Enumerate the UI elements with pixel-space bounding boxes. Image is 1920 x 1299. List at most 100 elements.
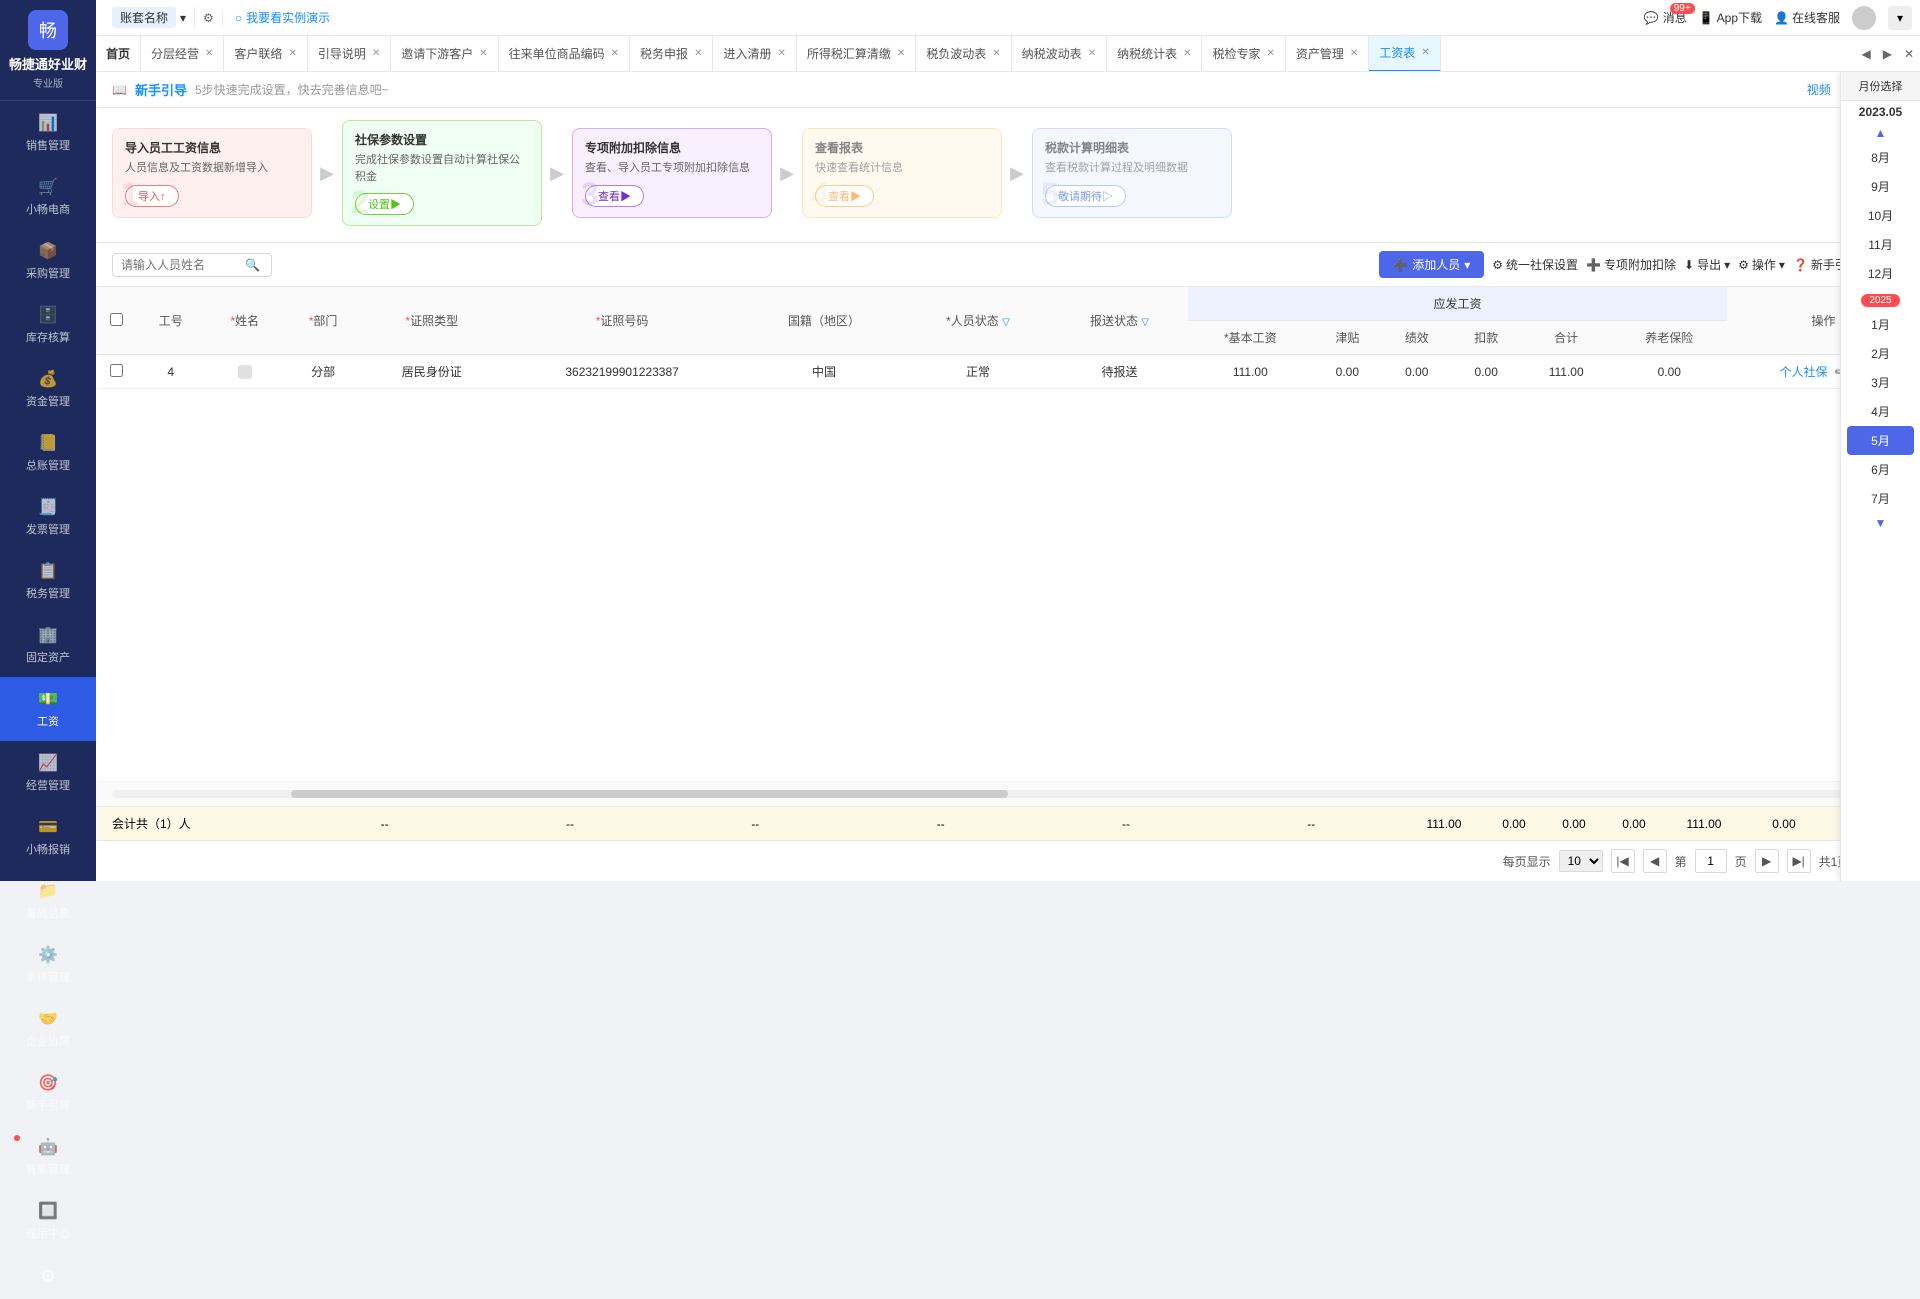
month-5[interactable]: 5月 xyxy=(1847,426,1914,455)
personal-insurance-link[interactable]: 个人社保 xyxy=(1780,365,1828,379)
tab-tax-fluctuation[interactable]: 纳税波动表✕ xyxy=(1012,36,1107,72)
close-icon[interactable]: ✕ xyxy=(372,48,380,59)
user-avatar[interactable] xyxy=(1852,6,1876,30)
account-selector[interactable]: 账套名称 ▾ xyxy=(104,7,195,28)
month-2[interactable]: 2月 xyxy=(1841,339,1920,368)
footer-dash-2: -- xyxy=(477,817,662,831)
row-checkbox[interactable] xyxy=(110,364,123,377)
sidebar-item-ledger[interactable]: 📒总账管理 xyxy=(0,421,96,485)
tab-guide[interactable]: 引导说明✕ xyxy=(308,36,391,72)
tab-salary-table[interactable]: 工资表✕ xyxy=(1369,36,1440,72)
select-all-checkbox[interactable] xyxy=(110,313,123,326)
sidebar-item-expense[interactable]: 💳小畅报销 xyxy=(0,805,96,869)
guide-video[interactable]: 视频 xyxy=(1807,81,1831,98)
tab-tax-stats[interactable]: 纳税统计表✕ xyxy=(1107,36,1202,72)
tab-asset-mgmt[interactable]: 资产管理✕ xyxy=(1286,36,1369,72)
tab-add[interactable]: ✕ xyxy=(1898,47,1920,61)
user-menu[interactable]: ▾ xyxy=(1888,6,1912,30)
close-icon[interactable]: ✕ xyxy=(1267,48,1275,59)
sidebar-item-guide[interactable]: 🎯新手引导 xyxy=(0,1061,96,1125)
page-first-btn[interactable]: |◀ xyxy=(1611,849,1635,873)
month-12[interactable]: 12月 xyxy=(1841,259,1920,288)
footer-basic-salary: 111.00 xyxy=(1404,817,1484,831)
tab-invite[interactable]: 邀请下游客户✕ xyxy=(391,36,498,72)
month-9[interactable]: 9月 xyxy=(1841,172,1920,201)
search-input[interactable] xyxy=(121,258,241,272)
month-panel-title: 月份选择 xyxy=(1841,72,1920,101)
close-icon[interactable]: ✕ xyxy=(992,48,1000,59)
salary-icon: 💵 xyxy=(38,689,58,709)
page-prev-btn[interactable]: ◀ xyxy=(1643,849,1667,873)
sidebar-item-purchase[interactable]: 📦采购管理 xyxy=(0,229,96,293)
demo-button[interactable]: ○ 我要看实例演示 xyxy=(223,9,342,26)
close-icon[interactable]: ✕ xyxy=(1350,48,1358,59)
special-deduction-btn[interactable]: ➕ 专项附加扣除 xyxy=(1586,256,1676,273)
close-icon[interactable]: ✕ xyxy=(205,48,213,59)
month-scroll-down[interactable]: ▼ xyxy=(1841,513,1920,533)
month-4[interactable]: 4月 xyxy=(1841,397,1920,426)
tab-tax-burden[interactable]: 税负波动表✕ xyxy=(916,36,1011,72)
close-icon[interactable]: ✕ xyxy=(611,48,619,59)
horizontal-scrollbar[interactable] xyxy=(112,790,1904,798)
tab-home[interactable]: 首页 xyxy=(96,36,141,72)
month-3[interactable]: 3月 xyxy=(1841,368,1920,397)
tab-income-tax[interactable]: 所得税汇算清缴✕ xyxy=(797,36,916,72)
export-btn[interactable]: ⬇ 导出 ▾ xyxy=(1684,256,1730,273)
sidebar-item-operations[interactable]: 📈经营管理 xyxy=(0,741,96,805)
sidebar-item-finance[interactable]: 💰资金管理 xyxy=(0,357,96,421)
action-btn[interactable]: ⚙ 操作 ▾ xyxy=(1738,256,1785,273)
sidebar-item-collab[interactable]: 🤝企业协同 xyxy=(0,997,96,1061)
sidebar-item-appstore[interactable]: 🔲应用中心 xyxy=(0,1189,96,1253)
add-employee-button[interactable]: ➕ 添加人员 ▾ xyxy=(1379,251,1484,278)
close-icon[interactable]: ✕ xyxy=(1088,48,1096,59)
tab-clearing[interactable]: 进入清册✕ xyxy=(713,36,796,72)
tab-next-arrow[interactable]: ▶ xyxy=(1877,47,1898,61)
month-scroll-up[interactable]: ▲ xyxy=(1841,123,1920,143)
sidebar-item-tax[interactable]: 📋税务管理 xyxy=(0,549,96,613)
footer-dash-3: -- xyxy=(663,817,848,831)
sidebar-settings[interactable]: ⚙ xyxy=(0,1254,96,1299)
page-input[interactable] xyxy=(1695,849,1727,873)
close-icon[interactable]: ✕ xyxy=(1421,47,1429,58)
close-icon[interactable]: ✕ xyxy=(479,48,487,59)
search-icon[interactable]: 🔍 xyxy=(245,258,260,272)
tab-tax-expert[interactable]: 税检专家✕ xyxy=(1202,36,1285,72)
sidebar-item-salary[interactable]: 💵工资 xyxy=(0,677,96,741)
app-download-button[interactable]: 📱 App下载 xyxy=(1699,9,1762,26)
tab-hierarchy[interactable]: 分层经营✕ xyxy=(141,36,224,72)
month-7[interactable]: 7月 xyxy=(1841,484,1920,513)
page-size-select[interactable]: 10 20 50 xyxy=(1559,850,1603,872)
close-icon[interactable]: ✕ xyxy=(1183,48,1191,59)
sidebar-item-base[interactable]: 📁基础信息 xyxy=(0,869,96,933)
sidebar-item-sales[interactable]: 📊销售管理 xyxy=(0,101,96,165)
sidebar-item-inventory[interactable]: 🗄️库存核算 xyxy=(0,293,96,357)
tab-prev-arrow[interactable]: ◀ xyxy=(1855,47,1876,61)
month-1[interactable]: 1月 xyxy=(1841,310,1920,339)
close-icon[interactable]: ✕ xyxy=(694,48,702,59)
cell-report: 待报送 xyxy=(1051,355,1188,389)
page-last-btn[interactable]: ▶| xyxy=(1787,849,1811,873)
month-6[interactable]: 6月 xyxy=(1841,455,1920,484)
settings-button[interactable]: ⚙ xyxy=(195,11,223,25)
close-icon[interactable]: ✕ xyxy=(777,48,785,59)
message-button[interactable]: 💬 消息 99+ xyxy=(1644,9,1687,26)
sidebar-item-system[interactable]: ⚙️系统管理 xyxy=(0,933,96,997)
page-next-btn[interactable]: ▶ xyxy=(1755,849,1779,873)
sidebar-item-assets[interactable]: 🏢固定资产 xyxy=(0,613,96,677)
close-icon[interactable]: ✕ xyxy=(897,48,905,59)
sidebar-item-ecommerce[interactable]: 🛒小畅电商 xyxy=(0,165,96,229)
month-10[interactable]: 10月 xyxy=(1841,201,1920,230)
month-8[interactable]: 8月 xyxy=(1841,143,1920,172)
close-icon[interactable]: ✕ xyxy=(288,48,296,59)
sidebar-item-ai[interactable]: 🤖智能管理 xyxy=(0,1125,96,1189)
online-service-button[interactable]: 👤 在线客服 xyxy=(1774,9,1840,26)
social-insurance-btn[interactable]: ⚙ 统一社保设置 xyxy=(1492,256,1578,273)
sidebar-item-invoice[interactable]: 🧾发票管理 xyxy=(0,485,96,549)
step-5-card: 税款计算明细表 查看税款计算过程及明细数据 敬请期待▷ 5 xyxy=(1032,128,1232,218)
tab-tax-return[interactable]: 税务申报✕ xyxy=(630,36,713,72)
month-11[interactable]: 11月 xyxy=(1841,230,1920,259)
cell-idtype: 居民身份证 xyxy=(362,355,501,389)
guide-icon: 🎯 xyxy=(38,1073,58,1093)
tab-product-code[interactable]: 往来单位商品编码✕ xyxy=(499,36,630,72)
tab-customer[interactable]: 客户联络✕ xyxy=(224,36,307,72)
